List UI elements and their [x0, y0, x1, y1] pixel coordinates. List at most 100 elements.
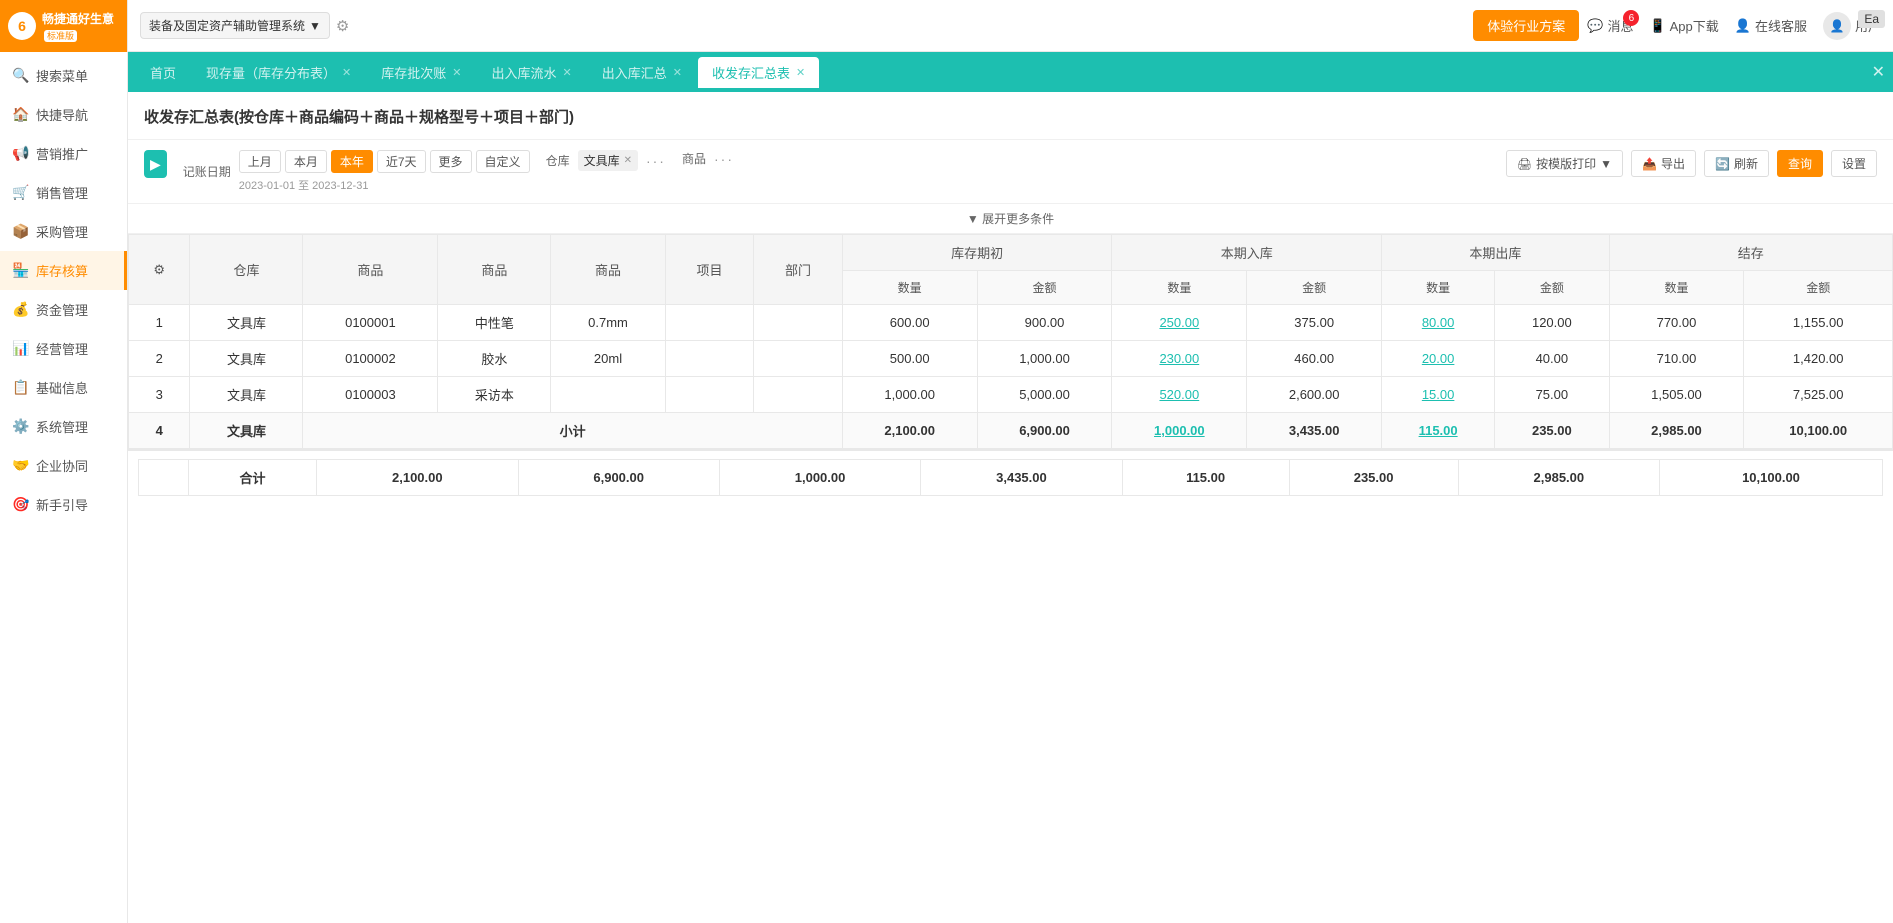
sidebar-item-guide[interactable]: 🎯 新手引导 — [0, 485, 127, 524]
tab-inout-summary[interactable]: 出入库汇总 ✕ — [588, 57, 696, 88]
sidebar-item-label: 库存核算 — [36, 261, 88, 280]
cell-seq: 2 — [129, 341, 190, 377]
date-btn-this-month[interactable]: 本月 — [285, 150, 327, 173]
th-settings[interactable]: ⚙ — [129, 235, 190, 305]
sidebar-item-marketing[interactable]: 📢 营销推广 — [0, 134, 127, 173]
in-qty-link[interactable]: 250.00 — [1159, 315, 1199, 330]
sidebar-item-quicknav[interactable]: 🏠 快捷导航 — [0, 95, 127, 134]
date-btn-custom[interactable]: 自定义 — [476, 150, 530, 173]
cell-out-qty[interactable]: 20.00 — [1382, 341, 1495, 377]
footer-table: 合计 2,100.00 6,900.00 1,000.00 3,435.00 1… — [138, 459, 1883, 496]
close-all-tabs[interactable]: ✕ — [1872, 62, 1885, 82]
date-btn-last-month[interactable]: 上月 — [239, 150, 281, 173]
sidebar-item-finance[interactable]: 💰 资金管理 — [0, 290, 127, 329]
subtotal-out-amt: 235.00 — [1495, 413, 1609, 449]
cell-in-qty[interactable]: 230.00 — [1112, 341, 1247, 377]
footer-out-amt: 235.00 — [1289, 460, 1458, 496]
date-range-text: 2023-01-01 至 2023-12-31 — [239, 177, 369, 193]
tab-batch-ledger-close[interactable]: ✕ — [452, 66, 461, 79]
query-button[interactable]: 查询 — [1777, 150, 1823, 177]
tab-recv-send-close[interactable]: ✕ — [796, 66, 805, 79]
subtotal-out-qty: 115.00 — [1382, 413, 1495, 449]
cell-spec: 0.7mm — [551, 305, 665, 341]
app-download-action[interactable]: 📱 App下载 — [1649, 16, 1718, 35]
settings-gear-icon[interactable]: ⚙ — [336, 17, 349, 35]
in-qty-link[interactable]: 520.00 — [1159, 387, 1199, 402]
cell-name: 采访本 — [438, 377, 551, 413]
sidebar-item-label: 营销推广 — [36, 144, 88, 163]
tab-home[interactable]: 首页 — [136, 57, 190, 88]
filter-toggle-button[interactable]: ▶ — [144, 150, 167, 178]
sidebar-item-inventory[interactable]: 🏪 库存核算 — [0, 251, 127, 290]
subtotal-in-amt: 3,435.00 — [1247, 413, 1382, 449]
sidebar-item-operations[interactable]: 📊 经营管理 — [0, 329, 127, 368]
cell-seq: 1 — [129, 305, 190, 341]
goods-more-btn[interactable]: ··· — [714, 151, 734, 167]
cell-open-amt: 900.00 — [977, 305, 1112, 341]
base-icon: 📋 — [12, 379, 28, 396]
th-in-qty: 数量 — [1112, 271, 1247, 305]
expand-filters-button[interactable]: ▼ 展开更多条件 — [967, 210, 1054, 227]
out-qty-link[interactable]: 20.00 — [1422, 351, 1455, 366]
tab-inout-flow[interactable]: 出入库流水 ✕ — [477, 57, 585, 88]
cell-out-qty[interactable]: 15.00 — [1382, 377, 1495, 413]
date-btn-this-year[interactable]: 本年 — [331, 150, 373, 173]
warehouse-more-btn[interactable]: ··· — [646, 153, 666, 169]
subtotal-out-qty-link[interactable]: 115.00 — [1419, 423, 1458, 438]
tab-batch-ledger[interactable]: 库存批次账 ✕ — [367, 57, 475, 88]
tab-stock-dist-close[interactable]: ✕ — [342, 66, 351, 79]
system-name: 装备及固定资产辅助管理系统 — [149, 17, 305, 34]
cell-out-qty[interactable]: 80.00 — [1382, 305, 1495, 341]
sidebar-item-system[interactable]: ⚙️ 系统管理 — [0, 407, 127, 446]
settings-button[interactable]: 设置 — [1831, 150, 1877, 177]
subtotal-in-qty-link[interactable]: 1,000.00 — [1154, 423, 1205, 438]
sidebar-item-base[interactable]: 📋 基础信息 — [0, 368, 127, 407]
sidebar-item-search[interactable]: 🔍 搜索菜单 — [0, 56, 127, 95]
tab-recv-send[interactable]: 收发存汇总表 ✕ — [698, 57, 819, 88]
cell-open-amt: 5,000.00 — [977, 377, 1112, 413]
cell-dept — [754, 305, 843, 341]
cell-in-qty[interactable]: 250.00 — [1112, 305, 1247, 341]
print-button[interactable]: 🖨 按模版打印 ▼ — [1506, 150, 1623, 177]
tab-inout-flow-close[interactable]: ✕ — [563, 66, 572, 79]
logo-badge: 标准版 — [44, 30, 77, 42]
tab-inout-summary-close[interactable]: ✕ — [673, 66, 682, 79]
date-btn-more[interactable]: 更多 — [430, 150, 472, 173]
message-badge: 6 — [1623, 10, 1639, 26]
app-download-label: App下载 — [1670, 16, 1719, 35]
system-selector[interactable]: 装备及固定资产辅助管理系统 ▼ — [140, 12, 330, 39]
cell-out-amt: 120.00 — [1495, 305, 1609, 341]
tab-stock-dist[interactable]: 现存量（库存分布表） ✕ — [192, 57, 365, 88]
online-service-action[interactable]: 👤 在线客服 — [1735, 16, 1807, 35]
footer-empty — [139, 460, 189, 496]
th-spec: 商品 — [551, 235, 665, 305]
tab-recv-send-label: 收发存汇总表 — [712, 63, 790, 82]
date-btn-7days[interactable]: 近7天 — [377, 150, 426, 173]
export-button[interactable]: 📤 导出 — [1631, 150, 1696, 177]
in-qty-link[interactable]: 230.00 — [1159, 351, 1199, 366]
enterprise-icon: 🤝 — [12, 457, 28, 474]
sidebar-item-enterprise[interactable]: 🤝 企业协同 — [0, 446, 127, 485]
sidebar-item-label: 经营管理 — [36, 339, 88, 358]
subtotal-open-amt: 6,900.00 — [977, 413, 1112, 449]
sidebar-item-sales[interactable]: 🛒 销售管理 — [0, 173, 127, 212]
out-qty-link[interactable]: 15.00 — [1422, 387, 1455, 402]
avatar: 👤 — [1823, 12, 1851, 40]
trial-button[interactable]: 体验行业方案 — [1473, 10, 1579, 41]
cell-open-amt: 1,000.00 — [977, 341, 1112, 377]
subtotal-label: 小计 — [303, 413, 842, 449]
sidebar-item-purchase[interactable]: 📦 采购管理 — [0, 212, 127, 251]
out-qty-link[interactable]: 80.00 — [1422, 315, 1455, 330]
th-open-qty: 数量 — [842, 271, 977, 305]
th-out-qty: 数量 — [1382, 271, 1495, 305]
footer-total-bar: 合计 2,100.00 6,900.00 1,000.00 3,435.00 1… — [128, 449, 1893, 504]
topbar-title-area: 装备及固定资产辅助管理系统 ▼ ⚙ — [140, 12, 1465, 39]
main-area: 装备及固定资产辅助管理系统 ▼ ⚙ 体验行业方案 💬 消息 6 📱 App下载 … — [128, 0, 1893, 923]
sidebar-item-label: 采购管理 — [36, 222, 88, 241]
refresh-button[interactable]: 🔄 刷新 — [1704, 150, 1769, 177]
cell-in-qty[interactable]: 520.00 — [1112, 377, 1247, 413]
warehouse-tag-remove[interactable]: ✕ — [624, 155, 632, 166]
th-open-amt: 金额 — [977, 271, 1112, 305]
message-icon: 💬 — [1587, 18, 1603, 34]
message-action[interactable]: 💬 消息 6 — [1587, 16, 1633, 35]
